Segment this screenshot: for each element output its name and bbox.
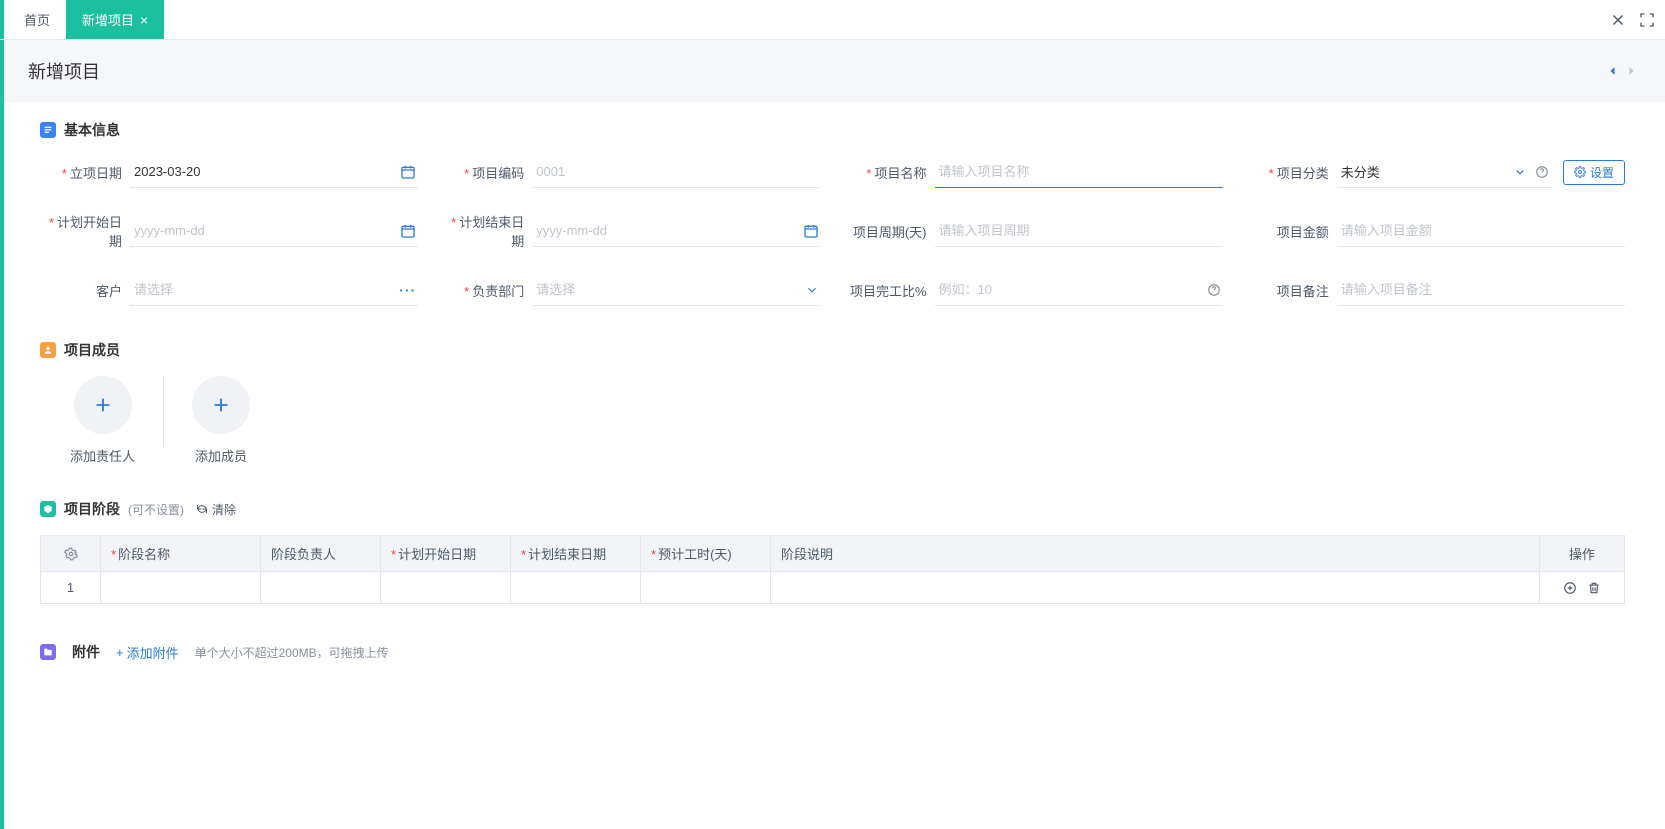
label-plan-end: 计划结束日期 [442, 212, 532, 250]
next-arrow-icon[interactable] [1625, 65, 1637, 77]
add-owner-label: 添加责任人 [70, 446, 135, 465]
section-attachments: 附件 + 添加附件 单个大小不超过200MB，可拖拽上传 [0, 612, 1665, 670]
help-icon[interactable] [1535, 165, 1549, 179]
chevron-down-icon[interactable] [805, 283, 819, 297]
calendar-icon[interactable] [400, 164, 416, 180]
add-row-icon[interactable] [1563, 581, 1577, 595]
tabs-bar: 首页 新增项目 × [0, 0, 1665, 40]
section-members: 项目成员 添加责任人 添加成员 [0, 314, 1665, 473]
input-cycle[interactable] [935, 215, 1223, 247]
settings-button-label: 设置 [1590, 164, 1614, 181]
input-amount[interactable] [1337, 215, 1625, 247]
app-left-accent [0, 0, 4, 829]
calendar-icon[interactable] [400, 223, 416, 239]
chevron-down-icon[interactable] [1513, 165, 1527, 179]
col-stage-desc: 阶段说明 [771, 536, 1540, 572]
cell-stage-end[interactable] [511, 572, 641, 604]
calendar-icon[interactable] [803, 223, 819, 239]
tab-close-icon[interactable]: × [140, 13, 148, 27]
label-customer: 客户 [40, 281, 130, 300]
label-dept: 负责部门 [442, 281, 532, 300]
col-gear[interactable] [41, 536, 101, 572]
basic-info-icon [40, 122, 56, 138]
label-cycle: 项目周期(天) [845, 222, 935, 241]
label-plan-start: 计划开始日期 [40, 212, 130, 250]
attach-title: 附件 [72, 642, 100, 662]
section-basic: 基本信息 立项日期 项目编码 项目名称 [0, 102, 1665, 314]
cell-stage-name[interactable] [101, 572, 261, 604]
delete-row-icon[interactable] [1587, 581, 1601, 595]
plus-icon: + [116, 645, 124, 660]
folder-icon [40, 644, 56, 660]
input-remark[interactable] [1337, 274, 1625, 306]
cell-stage-owner[interactable] [261, 572, 381, 604]
panel-close-icon[interactable] [1609, 11, 1627, 29]
stages-icon [40, 501, 56, 517]
more-icon[interactable]: ··· [399, 282, 416, 298]
label-init-date: 立项日期 [40, 163, 130, 182]
label-code: 项目编码 [442, 163, 532, 182]
cell-stage-desc[interactable] [771, 572, 1540, 604]
input-customer[interactable] [130, 274, 418, 306]
stages-hint: (可不设置) [128, 501, 184, 518]
prev-arrow-icon[interactable] [1607, 65, 1619, 77]
stages-table: 阶段名称 阶段负责人 计划开始日期 计划结束日期 预计工时(天) 阶段说明 操作… [40, 535, 1625, 604]
fullscreen-icon[interactable] [1639, 12, 1655, 28]
page-header: 新增项目 [0, 40, 1665, 102]
col-stage-owner: 阶段负责人 [261, 536, 381, 572]
stages-header-row: 阶段名称 阶段负责人 计划开始日期 计划结束日期 预计工时(天) 阶段说明 操作 [41, 536, 1625, 572]
section-stages: 项目阶段 (可不设置) 清除 阶段名称 阶段负责人 计划开始日期 计划结束日期 [0, 473, 1665, 612]
tab-new-project-label: 新增项目 [82, 10, 134, 29]
add-member-label: 添加成员 [195, 446, 247, 465]
col-stage-name: 阶段名称 [101, 536, 261, 572]
input-dept[interactable] [532, 274, 820, 306]
input-code[interactable] [532, 156, 820, 188]
basic-info-title: 基本信息 [64, 120, 120, 140]
members-icon [40, 342, 56, 358]
label-name: 项目名称 [845, 163, 935, 182]
col-stage-start: 计划开始日期 [381, 536, 511, 572]
col-stage-ops: 操作 [1540, 536, 1625, 572]
cell-stage-start[interactable] [381, 572, 511, 604]
stage-row[interactable]: 1 [41, 572, 1625, 604]
clear-stages-button[interactable]: 清除 [196, 501, 236, 518]
input-plan-end[interactable] [532, 215, 820, 247]
label-category: 项目分类 [1247, 163, 1337, 182]
add-attachment-label: 添加附件 [127, 643, 179, 662]
col-stage-end: 计划结束日期 [511, 536, 641, 572]
tab-new-project[interactable]: 新增项目 × [66, 0, 164, 39]
help-icon[interactable] [1207, 283, 1221, 297]
clear-stages-label: 清除 [212, 501, 236, 518]
page-title: 新增项目 [28, 58, 100, 84]
attach-hint: 单个大小不超过200MB，可拖拽上传 [195, 644, 389, 661]
input-name[interactable] [935, 156, 1223, 188]
members-title: 项目成员 [64, 340, 120, 360]
member-divider [163, 376, 164, 446]
input-done-pct[interactable] [935, 274, 1223, 306]
add-member-button[interactable] [192, 376, 250, 434]
label-done-pct: 项目完工比% [845, 281, 935, 300]
tab-home[interactable]: 首页 [8, 0, 66, 39]
add-owner-button[interactable] [74, 376, 132, 434]
add-attachment-button[interactable]: + 添加附件 [116, 643, 179, 662]
tab-home-label: 首页 [24, 10, 50, 29]
stages-title: 项目阶段 [64, 499, 120, 519]
input-plan-start[interactable] [130, 215, 418, 247]
col-stage-est: 预计工时(天) [641, 536, 771, 572]
input-init-date[interactable] [130, 156, 418, 188]
stage-idx: 1 [41, 572, 101, 604]
cell-stage-est[interactable] [641, 572, 771, 604]
label-remark: 项目备注 [1247, 281, 1337, 300]
label-amount: 项目金额 [1247, 222, 1337, 241]
settings-button[interactable]: 设置 [1563, 160, 1625, 185]
